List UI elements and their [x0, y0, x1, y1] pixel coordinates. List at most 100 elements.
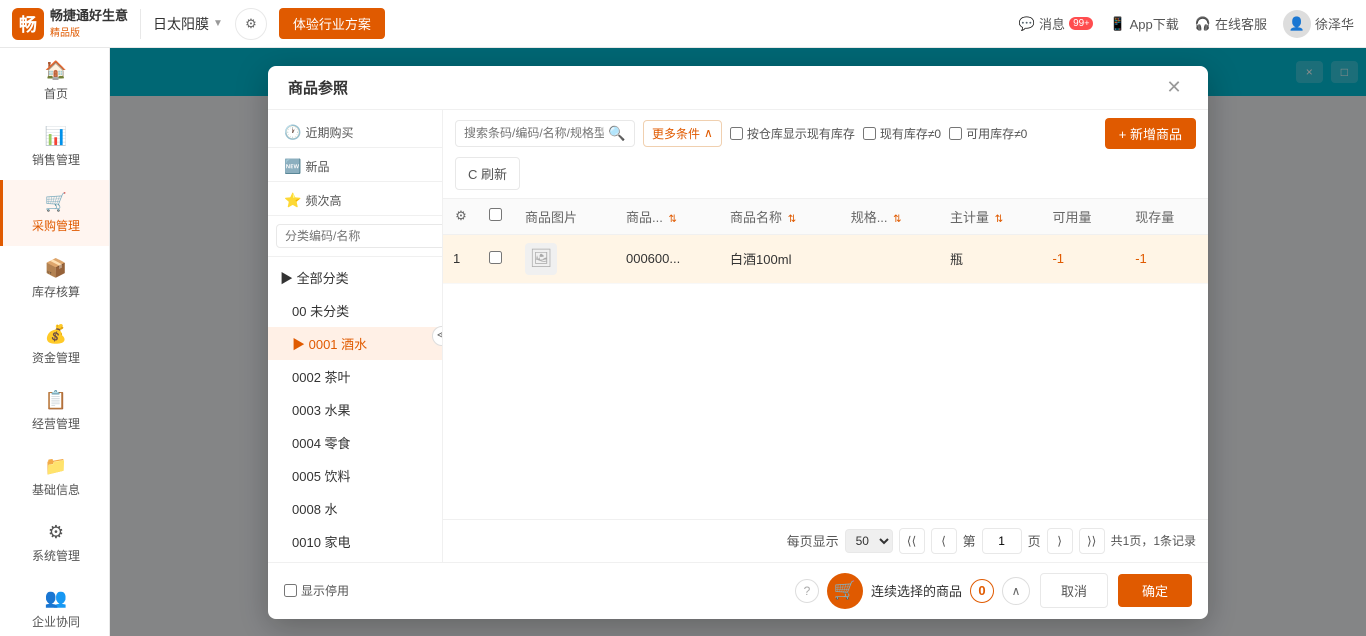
sort-icon-spec: ⇅ — [893, 214, 901, 225]
user-item[interactable]: 👤 徐泽华 — [1283, 10, 1354, 38]
cat-tab-freq[interactable]: ⭐ 频次高 — [276, 186, 349, 215]
checkbox-available-label: 可用库存≠0 — [966, 125, 1027, 142]
cat-item-unclassified[interactable]: 00 未分类 — [268, 294, 442, 327]
cancel-button[interactable]: 取消 — [1040, 573, 1108, 608]
add-product-button[interactable]: + 新增商品 — [1105, 118, 1196, 149]
service-item[interactable]: 🎧 在线客服 — [1195, 14, 1267, 33]
cat-item-appliance-label: 0010 家电 — [292, 532, 351, 551]
page-prev-button[interactable]: ⟨ — [931, 528, 957, 554]
dialog-footer: 显示停用 ? 🛒 连续选择的商品 0 ∧ 取消 确定 — [268, 562, 1208, 619]
select-all-checkbox[interactable] — [489, 208, 502, 221]
cat-tab-new[interactable]: 🆕 新品 — [276, 152, 337, 181]
checkbox-warehouse[interactable]: 按仓库显示现有库存 — [730, 125, 855, 142]
show-disabled-checkbox[interactable] — [284, 584, 297, 597]
logo-area: 畅 畅捷通好生意 精品版 — [12, 8, 128, 40]
confirm-button[interactable]: 确定 — [1118, 574, 1192, 607]
cart-count: 0 — [970, 579, 994, 603]
app-label: App下载 — [1130, 14, 1179, 33]
cat-item-water[interactable]: 0008 水 — [268, 492, 442, 525]
nav-divider — [140, 9, 141, 39]
cart-button[interactable]: 🛒 — [827, 573, 863, 609]
finance-icon: 💰 — [45, 324, 67, 345]
sidebar-item-management[interactable]: 📋 经营管理 — [0, 378, 109, 444]
per-page-select[interactable]: 50 — [845, 529, 893, 553]
cat-tab-recent[interactable]: 🕐 近期购买 — [276, 118, 361, 147]
sidebar-item-basic[interactable]: 📁 基础信息 — [0, 444, 109, 510]
col-checkbox — [479, 199, 515, 235]
search-box: 🔍 — [455, 120, 635, 147]
row-checkbox[interactable] — [489, 251, 502, 264]
page-last-button[interactable]: ⟩⟩ — [1079, 528, 1105, 554]
filter-label: 更多条件 — [652, 125, 700, 142]
sidebar-item-inventory[interactable]: 📦 库存核算 — [0, 246, 109, 312]
sidebar-item-home[interactable]: 🏠 首页 — [0, 48, 109, 114]
help-icon[interactable]: ? — [795, 579, 819, 603]
product-image: 🖼 — [525, 243, 557, 275]
basic-icon: 📁 — [45, 456, 67, 477]
search-icon[interactable]: 🔍 — [608, 125, 625, 142]
table-header-row: ⚙ 商品图片 — [443, 199, 1208, 235]
cat-tabs: 🕐 近期购买 — [268, 110, 442, 148]
logo-sub: 精品版 — [50, 24, 128, 39]
cat-search-input[interactable] — [276, 224, 443, 248]
sidebar-label-purchase: 采购管理 — [32, 217, 80, 234]
product-search-input[interactable] — [464, 126, 604, 140]
gear-button[interactable]: ⚙ — [235, 8, 267, 40]
available-nonzero-checkbox[interactable] — [949, 127, 962, 140]
sidebar-item-finance[interactable]: 💰 资金管理 — [0, 312, 109, 378]
page-word: 第 — [963, 531, 976, 550]
checkbox-stock-nonzero[interactable]: 现有库存≠0 — [863, 125, 941, 142]
brand-chevron: ▼ — [213, 18, 223, 29]
page-next-button[interactable]: ⟩ — [1047, 528, 1073, 554]
col-code[interactable]: 商品... ⇅ — [616, 199, 720, 235]
warehouse-checkbox[interactable] — [730, 127, 743, 140]
username: 徐泽华 — [1315, 14, 1354, 33]
cat-item-tea[interactable]: 0002 茶叶 — [268, 360, 442, 393]
action-button[interactable]: 体验行业方案 — [279, 8, 385, 39]
sidebar-label-collab: 企业协同 — [32, 613, 80, 630]
message-item[interactable]: 💬 消息 99+ — [1019, 14, 1094, 33]
cat-item-tea-label: 0002 茶叶 — [292, 367, 351, 386]
sort-icon-code: ⇅ — [668, 214, 676, 225]
new-icon: 🆕 — [284, 158, 301, 175]
cat-item-drink[interactable]: 0005 饮料 — [268, 459, 442, 492]
cat-item-appliance[interactable]: 0010 家电 — [268, 525, 442, 558]
refresh-button[interactable]: C 刷新 — [455, 157, 520, 190]
filter-button[interactable]: 更多条件 ∧ — [643, 120, 722, 147]
cat-item-drink-label: 0005 饮料 — [292, 466, 351, 485]
settings-icon[interactable]: ⚙ — [455, 208, 467, 223]
message-label: 消息 — [1039, 14, 1065, 33]
col-name[interactable]: 商品名称 ⇅ — [720, 199, 841, 235]
sidebar-label-home: 首页 — [44, 85, 68, 102]
sidebar-label-inventory: 库存核算 — [32, 283, 80, 300]
cat-item-all[interactable]: ▶ 全部分类 — [268, 261, 442, 294]
col-settings: ⚙ — [443, 199, 479, 235]
col-unit[interactable]: 主计量 ⇅ — [940, 199, 1042, 235]
sidebar-item-collab[interactable]: 👥 企业协同 — [0, 576, 109, 636]
cat-tab-new-label: 新品 — [305, 158, 329, 175]
sidebar-item-sales[interactable]: 📊 销售管理 — [0, 114, 109, 180]
nav-brand[interactable]: 日太阳膜 ▼ — [153, 14, 223, 34]
cat-item-fruit[interactable]: 0003 水果 — [268, 393, 442, 426]
checkbox-available-nonzero[interactable]: 可用库存≠0 — [949, 125, 1027, 142]
show-disabled-label[interactable]: 显示停用 — [284, 582, 349, 599]
dialog-header: 商品参照 ✕ — [268, 66, 1208, 110]
cart-collapse-button[interactable]: ∧ — [1002, 577, 1030, 605]
sidebar-item-purchase[interactable]: 🛒 采购管理 — [0, 180, 109, 246]
col-stock: 现存量 — [1125, 199, 1208, 235]
sidebar-item-system[interactable]: ⚙ 系统管理 — [0, 510, 109, 576]
sidebar: 🏠 首页 📊 销售管理 🛒 采购管理 📦 库存核算 💰 资金管理 📋 经营管理 … — [0, 48, 110, 636]
stock-nonzero-checkbox[interactable] — [863, 127, 876, 140]
cat-item-liquor[interactable]: ▶ 0001 酒水 — [268, 327, 442, 360]
table-row[interactable]: 1 🖼 000600... 白酒100ml 瓶 -1 -1 — [443, 234, 1208, 283]
page-first-button[interactable]: ⟨⟨ — [899, 528, 925, 554]
cat-tabs-2: 🆕 新品 — [268, 148, 442, 182]
dialog-close-button[interactable]: ✕ — [1160, 73, 1188, 101]
col-spec[interactable]: 规格... ⇅ — [841, 199, 940, 235]
freq-icon: ⭐ — [284, 192, 301, 209]
app-item[interactable]: 📱 App下载 — [1109, 14, 1178, 33]
toolbar: 🔍 更多条件 ∧ 按仓库显示现有库存 — [443, 110, 1208, 199]
cat-item-snack[interactable]: 0004 零食 — [268, 426, 442, 459]
cat-item-water-label: 0008 水 — [292, 499, 338, 518]
page-number-input[interactable] — [982, 528, 1022, 554]
